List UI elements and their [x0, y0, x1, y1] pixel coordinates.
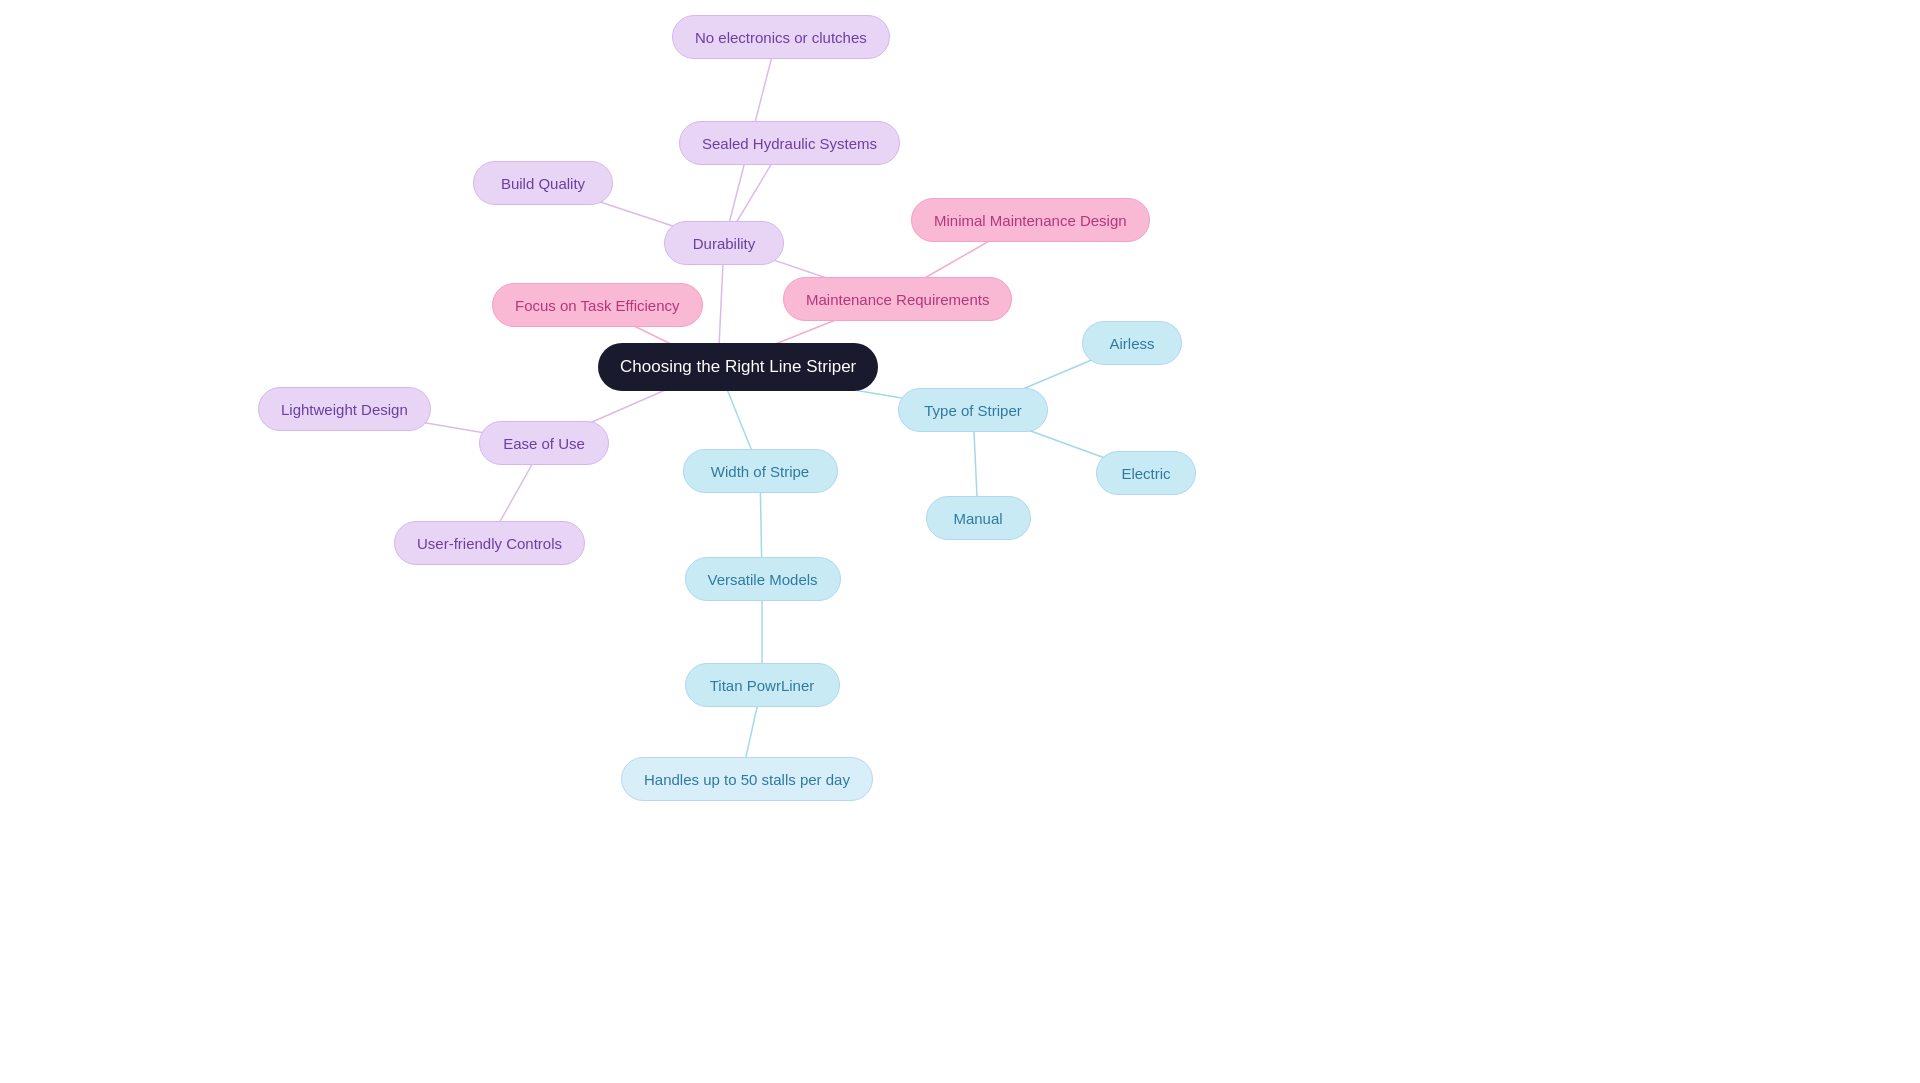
node-manual: Manual	[926, 496, 1031, 540]
node-electric: Electric	[1096, 451, 1196, 495]
node-maintenance-req: Maintenance Requirements	[783, 277, 1012, 321]
node-width-stripe: Width of Stripe	[683, 449, 838, 493]
node-build-quality: Build Quality	[473, 161, 613, 205]
node-airless: Airless	[1082, 321, 1182, 365]
node-sealed-hydraulic: Sealed Hydraulic Systems	[679, 121, 900, 165]
node-type-striper: Type of Striper	[898, 388, 1048, 432]
node-ease-of-use: Ease of Use	[479, 421, 609, 465]
node-versatile-models: Versatile Models	[685, 557, 841, 601]
node-no-electronics: No electronics or clutches	[672, 15, 890, 59]
node-titan-powrliner: Titan PowrLiner	[685, 663, 840, 707]
node-handles-stalls: Handles up to 50 stalls per day	[621, 757, 873, 801]
node-minimal-maintenance: Minimal Maintenance Design	[911, 198, 1150, 242]
node-durability: Durability	[664, 221, 784, 265]
node-user-friendly: User-friendly Controls	[394, 521, 585, 565]
node-lightweight: Lightweight Design	[258, 387, 431, 431]
node-focus-efficiency: Focus on Task Efficiency	[492, 283, 703, 327]
node-center: Choosing the Right Line Striper	[598, 343, 878, 391]
